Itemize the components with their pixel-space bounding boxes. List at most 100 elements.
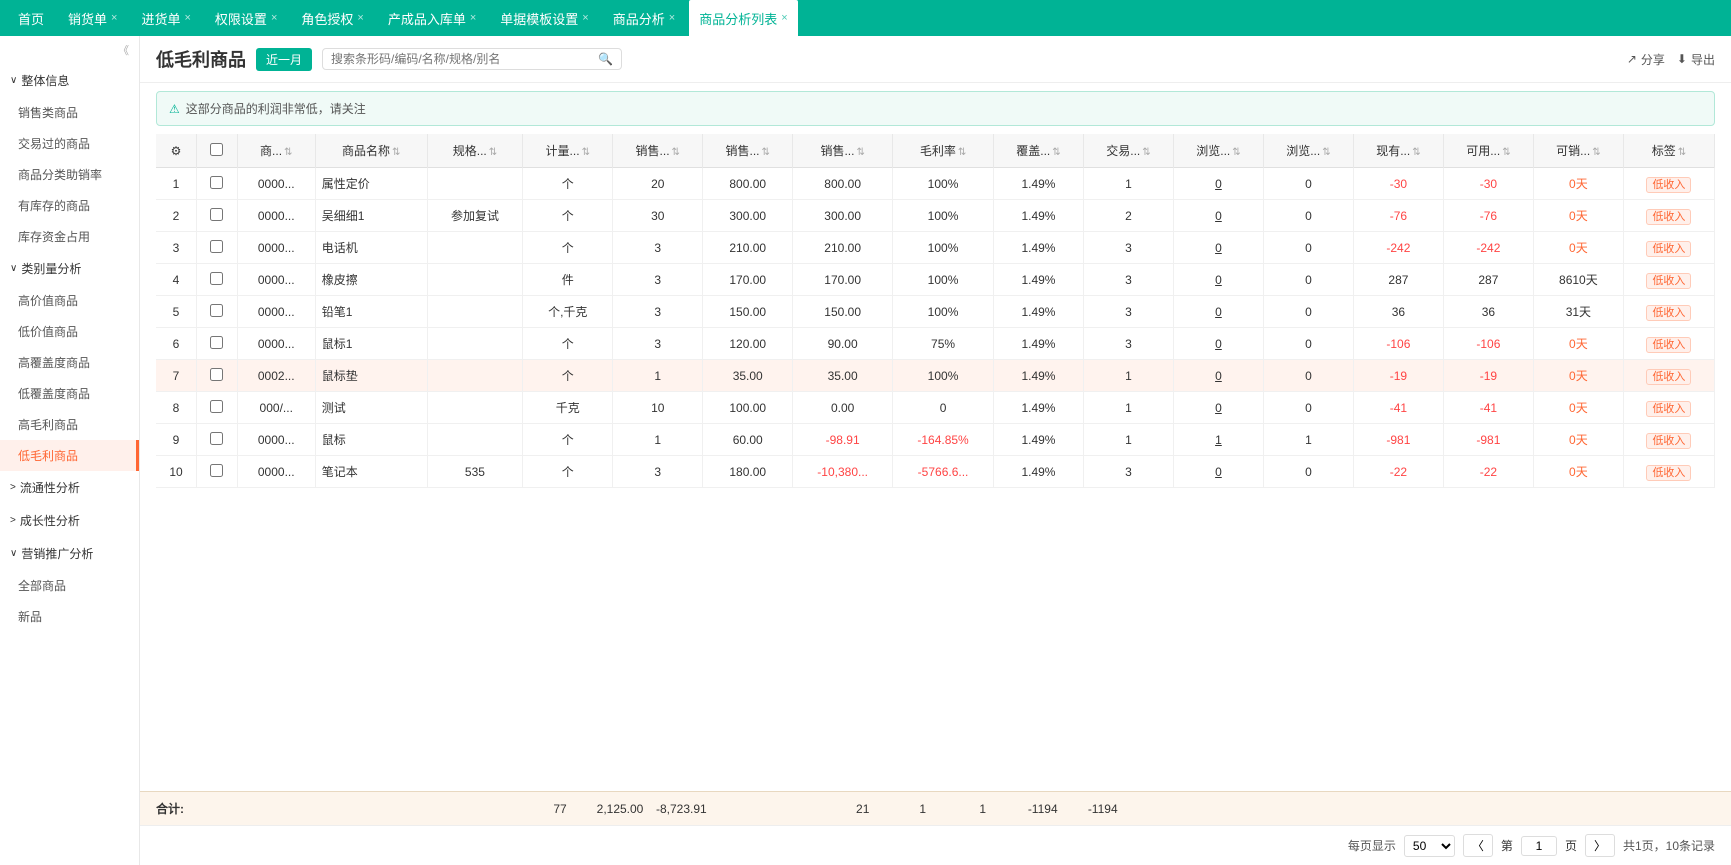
nav-close-icon-商品分析[interactable]: ×	[669, 12, 675, 24]
sort-icon-spec[interactable]: ⇅	[489, 147, 497, 158]
sort-icon-available[interactable]: ⇅	[1502, 147, 1510, 158]
sidebar-item-低覆盖度商品[interactable]: 低覆盖度商品	[0, 378, 139, 409]
browse1-link[interactable]: 0	[1215, 401, 1222, 415]
row-checkbox[interactable]	[210, 304, 223, 317]
browse1-link[interactable]: 0	[1215, 337, 1222, 351]
row-checkbox[interactable]	[210, 432, 223, 445]
table-row: 8 000/... 测试 千克 10 100.00 0.00 0 1.49% 1…	[156, 392, 1715, 424]
sort-icon-sales-amount[interactable]: ⇅	[762, 147, 770, 158]
table-row: 7 0002... 鼠标垫 个 1 35.00 35.00 100% 1.49%…	[156, 360, 1715, 392]
search-input[interactable]	[331, 52, 598, 66]
nav-close-icon-销货单[interactable]: ×	[111, 12, 117, 24]
sort-icon-browse2[interactable]: ⇅	[1322, 147, 1330, 158]
cell-spec	[427, 168, 523, 200]
sort-icon-browse1[interactable]: ⇅	[1232, 147, 1240, 158]
sort-icon-current-stock[interactable]: ⇅	[1412, 147, 1420, 158]
row-checkbox[interactable]	[210, 272, 223, 285]
time-filter-button[interactable]: 近一月	[256, 48, 312, 71]
page-input[interactable]	[1521, 836, 1557, 856]
cell-gross-rate: 100%	[893, 168, 994, 200]
cell-current-stock: -981	[1353, 424, 1443, 456]
cell-sellable: 0天	[1533, 456, 1623, 488]
search-icon[interactable]: 🔍	[598, 52, 613, 66]
sort-icon-unit[interactable]: ⇅	[582, 147, 590, 158]
row-checkbox[interactable]	[210, 464, 223, 477]
nav-item-权限设置[interactable]: 权限设置×	[205, 0, 287, 36]
table-row: 6 0000... 鼠标1 个 3 120.00 90.00 75% 1.49%…	[156, 328, 1715, 360]
browse1-link[interactable]: 0	[1215, 273, 1222, 287]
sidebar-group-label: 营销推广分析	[21, 545, 93, 562]
per-page-select[interactable]: 50 100	[1404, 835, 1455, 857]
sort-icon-sales-profit[interactable]: ⇅	[856, 147, 864, 158]
nav-close-icon-角色授权[interactable]: ×	[357, 12, 363, 24]
sidebar-item-销售类商品[interactable]: 销售类商品	[0, 97, 139, 128]
nav-close-icon-产成品入库单[interactable]: ×	[470, 12, 476, 24]
browse1-link[interactable]: 0	[1215, 465, 1222, 479]
sort-icon-sellable[interactable]: ⇅	[1592, 147, 1600, 158]
cell-current-stock: -106	[1353, 328, 1443, 360]
nav-item-产成品入库单[interactable]: 产成品入库单×	[378, 0, 486, 36]
sidebar-group-流通性分析[interactable]: >流通性分析	[0, 471, 139, 504]
sort-icon-gross-rate[interactable]: ⇅	[958, 147, 966, 158]
browse1-link[interactable]: 0	[1215, 369, 1222, 383]
browse1-link[interactable]: 1	[1215, 433, 1222, 447]
prev-page-button[interactable]: 〈	[1463, 834, 1493, 857]
sidebar-item-有库存的商品[interactable]: 有库存的商品	[0, 190, 139, 221]
sidebar-item-交易过的商品[interactable]: 交易过的商品	[0, 128, 139, 159]
nav-close-icon-商品分析列表[interactable]: ×	[781, 12, 787, 24]
nav-item-首页[interactable]: 首页	[8, 0, 54, 36]
cell-gross-rate: 75%	[893, 328, 994, 360]
browse1-link[interactable]: 0	[1215, 241, 1222, 255]
cell-spec	[427, 360, 523, 392]
export-button[interactable]: ⬇ 导出	[1677, 51, 1715, 68]
nav-close-icon-权限设置[interactable]: ×	[271, 12, 277, 24]
sidebar-collapse-button[interactable]: 《	[0, 36, 139, 64]
cell-name: 鼠标1	[315, 328, 427, 360]
col-settings[interactable]: ⚙	[156, 134, 197, 168]
cell-spec	[427, 328, 523, 360]
nav-item-销货单[interactable]: 销货单×	[58, 0, 127, 36]
sidebar-item-高价值商品[interactable]: 高价值商品	[0, 285, 139, 316]
select-all-checkbox[interactable]	[210, 143, 223, 156]
sort-icon-code[interactable]: ⇅	[284, 147, 292, 158]
nav-close-icon-进货单[interactable]: ×	[184, 12, 190, 24]
col-current-stock: 现有...⇅	[1353, 134, 1443, 168]
sidebar-group-类别量分析[interactable]: ∨类别量分析	[0, 252, 139, 285]
nav-item-进货单[interactable]: 进货单×	[131, 0, 200, 36]
sidebar-item-商品分类助销率[interactable]: 商品分类助销率	[0, 159, 139, 190]
sidebar-item-高毛利商品[interactable]: 高毛利商品	[0, 409, 139, 440]
nav-item-单据模板设置[interactable]: 单据模板设置×	[490, 0, 598, 36]
nav-item-商品分析[interactable]: 商品分析×	[603, 0, 685, 36]
sort-icon-tag[interactable]: ⇅	[1678, 147, 1686, 158]
sidebar-item-低价值商品[interactable]: 低价值商品	[0, 316, 139, 347]
next-page-button[interactable]: 〉	[1585, 834, 1615, 857]
footer-col-empty7	[713, 802, 773, 816]
browse1-link[interactable]: 0	[1215, 177, 1222, 191]
row-checkbox[interactable]	[210, 208, 223, 221]
sort-icon-coverage[interactable]: ⇅	[1052, 147, 1060, 158]
col-sellable: 可销...⇅	[1533, 134, 1623, 168]
sidebar-item-高覆盖度商品[interactable]: 高覆盖度商品	[0, 347, 139, 378]
row-checkbox[interactable]	[210, 368, 223, 381]
browse1-link[interactable]: 0	[1215, 209, 1222, 223]
row-checkbox[interactable]	[210, 336, 223, 349]
nav-item-商品分析列表[interactable]: 商品分析列表×	[689, 0, 797, 36]
sidebar-group-成长性分析[interactable]: >成长性分析	[0, 504, 139, 537]
nav-close-icon-单据模板设置[interactable]: ×	[582, 12, 588, 24]
row-checkbox[interactable]	[210, 240, 223, 253]
sidebar-item-全部商品[interactable]: 全部商品	[0, 570, 139, 601]
row-checkbox[interactable]	[210, 400, 223, 413]
row-checkbox[interactable]	[210, 176, 223, 189]
share-button[interactable]: ↗ 分享	[1627, 51, 1665, 68]
sidebar-group-营销推广分析[interactable]: ∨营销推广分析	[0, 537, 139, 570]
sidebar-item-库存资金占用[interactable]: 库存资金占用	[0, 221, 139, 252]
share-label: 分享	[1641, 51, 1665, 68]
sort-icon-transaction[interactable]: ⇅	[1142, 147, 1150, 158]
browse1-link[interactable]: 0	[1215, 305, 1222, 319]
sidebar-item-新品[interactable]: 新品	[0, 601, 139, 632]
sort-icon-name[interactable]: ⇅	[392, 147, 400, 158]
sidebar-item-低毛利商品[interactable]: 低毛利商品	[0, 440, 139, 471]
sort-icon-sales-qty[interactable]: ⇅	[672, 147, 680, 158]
sidebar-group-整体信息[interactable]: ∨整体信息	[0, 64, 139, 97]
nav-item-角色授权[interactable]: 角色授权×	[291, 0, 373, 36]
